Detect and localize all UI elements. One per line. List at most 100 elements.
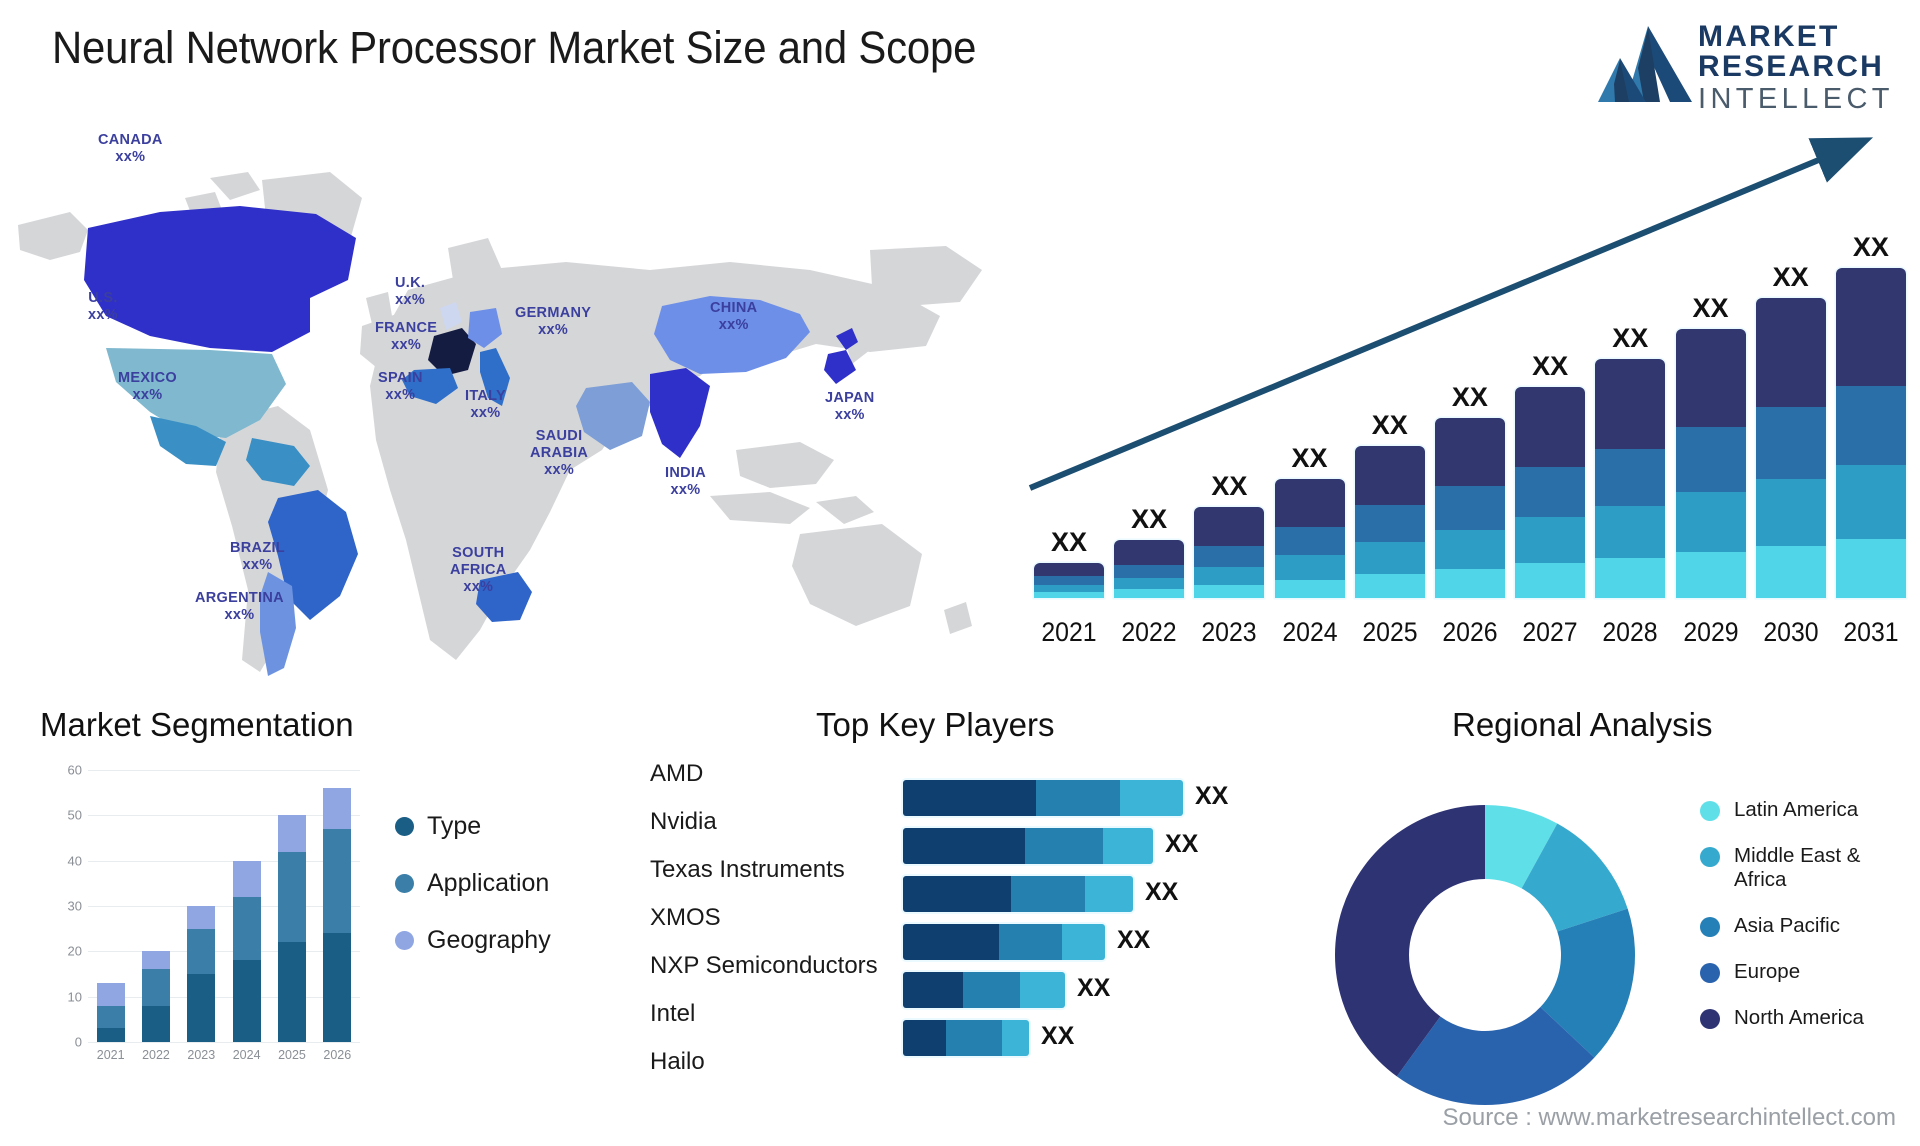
- forecast-segment-segment-1: [1595, 359, 1666, 450]
- forecast-segment-segment-4: [1354, 574, 1425, 598]
- map-label-value: xx%: [224, 607, 255, 623]
- legend-dot-icon: [1700, 917, 1720, 937]
- forecast-bar-2021: XX: [1034, 527, 1104, 598]
- player-bar-part-2: [946, 1020, 1002, 1056]
- map-label-name: SPAIN: [378, 370, 423, 386]
- segmentation-y-tick: 20: [67, 943, 82, 959]
- map-label-name: GERMANY: [515, 305, 592, 321]
- segmentation-segment-application: [232, 896, 261, 961]
- forecast-segment-segment-2: [1434, 486, 1505, 530]
- forecast-year-label: 2021: [1041, 617, 1097, 647]
- forecast-bar-2029: XX: [1675, 292, 1746, 598]
- regional-legend-item: North America: [1700, 1006, 1909, 1030]
- forecast-segment-segment-4: [1434, 568, 1505, 598]
- forecast-bar-2028: XX: [1595, 323, 1666, 598]
- page-title: Neural Network Processor Market Size and…: [52, 22, 977, 73]
- forecast-segment-segment-1: [1274, 479, 1345, 527]
- forecast-year-label: 2027: [1522, 617, 1578, 647]
- forecast-bar-2023: XX: [1194, 470, 1265, 598]
- player-bar-part-2: [1025, 828, 1103, 864]
- segmentation-x-label: 2023: [187, 1048, 216, 1062]
- segmentation-segment-geography: [96, 983, 125, 1006]
- forecast-segment-segment-3: [1515, 517, 1586, 563]
- country-india: [650, 368, 710, 458]
- segmentation-segment-type: [232, 960, 261, 1042]
- map-label-mexico: MEXICO xx%: [118, 370, 177, 404]
- segmentation-bar-2026: [323, 788, 352, 1042]
- forecast-segment-segment-2: [1194, 545, 1265, 567]
- regional-legend-item: Middle East & Africa: [1700, 844, 1909, 892]
- player-name: Hailo: [650, 1048, 705, 1075]
- forecast-segment-segment-1: [1034, 562, 1104, 577]
- forecast-segment-segment-3: [1034, 584, 1104, 593]
- segmentation-x-axis: 2021 2022 2023 2024 2025 2026: [88, 1048, 360, 1062]
- forecast-year-label: 2029: [1682, 617, 1739, 647]
- forecast-segment-segment-4: [1114, 589, 1185, 598]
- forecast-segment-segment-4: [1515, 562, 1586, 598]
- segmentation-segment-geography: [232, 860, 261, 897]
- segmentation-x-label: 2021: [96, 1048, 125, 1062]
- map-label-name: ITALY: [465, 388, 506, 404]
- world-map: CANADA xx% U.S. xx% MEXICO xx% BRAZIL xx% ARGENT…: [10, 120, 1010, 680]
- forecast-year-label: 2025: [1362, 617, 1418, 647]
- map-label-japan: JAPAN xx%: [825, 390, 875, 424]
- segmentation-bar-2025: [277, 815, 306, 1042]
- forecast-segment-segment-3: [1675, 491, 1746, 552]
- forecast-bar-2025: XX: [1354, 410, 1425, 598]
- map-label-value: xx%: [670, 482, 701, 498]
- player-bar-part-2: [999, 924, 1062, 960]
- map-label-argentina: ARGENTINA xx%: [195, 590, 284, 624]
- segmentation-legend-label: Type: [427, 812, 482, 840]
- segmentation-segment-type: [187, 974, 216, 1042]
- forecast-segment-segment-3: [1354, 542, 1425, 575]
- forecast-segment-segment-4: [1194, 584, 1265, 598]
- forecast-bar-value: XX: [1291, 443, 1328, 474]
- player-bar-part-2: [1011, 876, 1085, 912]
- market-segmentation-title: Market Segmentation: [40, 706, 354, 743]
- market-segmentation-chart: 0 10 20 30 40 50 60 2021 2022 2023 2024 2025 2026: [40, 760, 370, 1100]
- forecast-bar-2031: XX: [1835, 232, 1906, 598]
- market-forecast-chart: XX XX XX XX XX XX XX XX XX XX XX 2021 2022 2023 2024 2…: [1022, 120, 1910, 660]
- player-name: Texas Instruments: [650, 856, 845, 883]
- player-bar-part-1: [903, 1020, 946, 1056]
- map-label-name: JAPAN: [825, 390, 875, 406]
- map-label-name: SAUDI ARABIA: [530, 428, 589, 461]
- map-label-china: CHINA xx%: [710, 300, 757, 334]
- regional-legend-item: Latin America: [1700, 798, 1909, 822]
- forecast-bar-value: XX: [1612, 323, 1649, 354]
- player-bar-part-2: [1036, 780, 1120, 816]
- regional-legend-label: North America: [1734, 1006, 1864, 1029]
- forecast-segment-segment-4: [1595, 558, 1666, 598]
- segmentation-segment-geography: [187, 906, 216, 929]
- regional-legend-label: Middle East & Africa: [1734, 844, 1861, 891]
- player-name: AMD: [650, 760, 704, 787]
- forecast-segment-segment-4: [1835, 539, 1906, 598]
- player-bar: [903, 780, 1183, 816]
- top-key-players-chart: AMD Nvidia Texas Instruments XMOS NXP Semico…: [650, 750, 1310, 1120]
- forecast-segment-segment-3: [1835, 465, 1906, 540]
- legend-dot-icon: [1700, 801, 1720, 821]
- player-bar-value: XX: [1077, 974, 1111, 1002]
- forecast-bar-value: XX: [1852, 232, 1889, 262]
- forecast-segment-segment-3: [1755, 479, 1826, 546]
- infographic-page: Neural Network Processor Market Size and…: [0, 0, 1920, 1146]
- forecast-segment-segment-1: [1755, 298, 1826, 408]
- map-label-name: CANADA: [98, 132, 163, 148]
- forecast-segment-segment-2: [1034, 576, 1104, 585]
- player-bar-value: XX: [1165, 830, 1199, 858]
- forecast-segment-segment-2: [1755, 407, 1826, 480]
- segmentation-x-label: 2024: [232, 1048, 261, 1062]
- forecast-year-label: 2022: [1121, 617, 1177, 647]
- logo-line-3: INTELLECT: [1698, 83, 1894, 115]
- segmentation-x-label: 2022: [142, 1048, 170, 1062]
- forecast-bar-value: XX: [1211, 470, 1248, 501]
- segmentation-segment-application: [141, 969, 170, 1006]
- segmentation-y-tick: 60: [67, 762, 82, 778]
- legend-dot-icon: [395, 817, 414, 836]
- segmentation-y-tick: 0: [74, 1034, 82, 1050]
- regional-legend: Latin America Middle East & Africa Asia Pa…: [1700, 798, 1909, 1052]
- segmentation-segment-application: [323, 828, 352, 934]
- player-bar-value: XX: [1041, 1022, 1075, 1050]
- forecast-bar-value: XX: [1692, 292, 1729, 323]
- forecast-segment-segment-3: [1434, 529, 1505, 569]
